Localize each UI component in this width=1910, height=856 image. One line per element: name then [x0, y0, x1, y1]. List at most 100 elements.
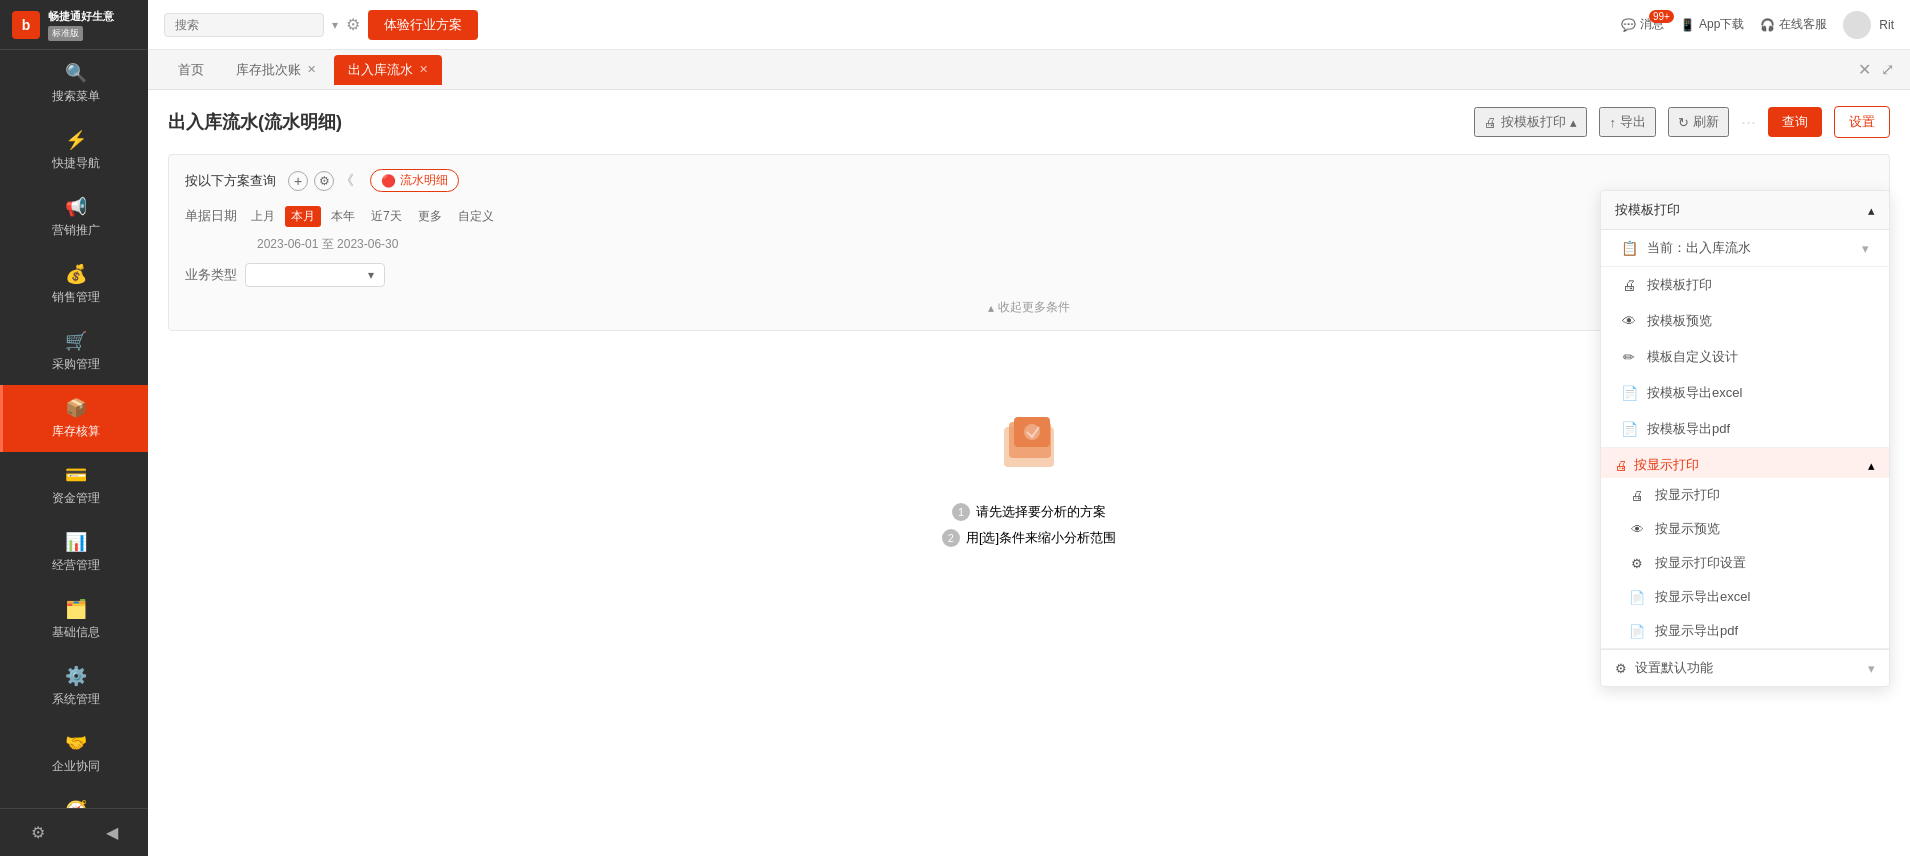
tab-close-batch-account[interactable]: ✕	[307, 63, 316, 76]
sidebar-label-finance: 资金管理	[52, 490, 100, 507]
step-2-text: 用[选]条件来缩小分析范围	[966, 529, 1116, 547]
s2-label-display-preview: 按显示预览	[1655, 520, 1720, 538]
message-btn[interactable]: 💬 消息 99+	[1621, 16, 1664, 33]
step-1-text: 请先选择要分析的方案	[976, 503, 1106, 521]
filter-setting-btn[interactable]: ⚙	[314, 171, 334, 191]
settings-icon[interactable]: ⚙	[346, 15, 360, 34]
sidebar-item-search[interactable]: 🔍搜索菜单	[0, 50, 148, 117]
sidebar-item-cooperation[interactable]: 🤝企业协同	[0, 720, 148, 787]
logo-name: 畅捷通好生意	[48, 9, 114, 24]
filter-collapse-btn[interactable]: 《	[340, 172, 354, 190]
tab-home[interactable]: 首页	[164, 55, 218, 85]
sidebar-item-operations[interactable]: 📊经营管理	[0, 519, 148, 586]
dropdown-s1-template-export-pdf[interactable]: 📄按模板导出pdf	[1601, 411, 1889, 447]
collapse-sidebar-icon[interactable]: ◀	[98, 819, 126, 846]
sidebar-item-inventory[interactable]: 📦库存核算	[0, 385, 148, 452]
dropdown-s2-display-export-pdf[interactable]: 📄按显示导出pdf	[1601, 614, 1889, 648]
expand-window-icon[interactable]: ⤢	[1881, 60, 1894, 79]
printer-icon: 🖨	[1484, 115, 1497, 130]
sidebar-item-purchase[interactable]: 🛒采购管理	[0, 318, 148, 385]
search-dropdown-icon[interactable]: ▾	[332, 18, 338, 32]
sidebar-item-guide[interactable]: 🧭新手引导	[0, 787, 148, 808]
sidebar-item-basic[interactable]: 🗂️ 基础信息	[0, 586, 148, 653]
dropdown-header-arrow[interactable]: ▴	[1868, 203, 1875, 218]
close-window-icon[interactable]: ✕	[1858, 60, 1871, 79]
date-tab-more[interactable]: 更多	[412, 206, 448, 227]
business-type-label: 业务类型	[185, 266, 237, 284]
export-btn[interactable]: ↑ 导出	[1599, 107, 1656, 137]
date-tab-recent-7[interactable]: 近7天	[365, 206, 408, 227]
dropdown-s1-template-custom[interactable]: ✏模板自定义设计	[1601, 339, 1889, 375]
filter-tag[interactable]: 🔴 流水明细	[370, 169, 459, 192]
sidebar-label-quick-nav: 快捷导航	[52, 155, 100, 172]
sidebar-label-basic: 基础信息	[52, 624, 100, 641]
date-tab-custom[interactable]: 自定义	[452, 206, 500, 227]
date-tab-last-month[interactable]: 上月	[245, 206, 281, 227]
s2-label-display-print: 按显示打印	[1655, 486, 1720, 504]
sidebar-label-inventory: 库存核算	[52, 423, 100, 440]
date-tabs: 上月本月本年近7天更多自定义	[245, 206, 500, 227]
refresh-icon: ↻	[1678, 115, 1689, 130]
filter-tag-icon: 🔴	[381, 174, 396, 188]
footer-icon: ⚙	[1615, 661, 1627, 676]
sidebar-item-sales[interactable]: 💰销售管理	[0, 251, 148, 318]
main-area: ▾ ⚙ 体验行业方案 💬 消息 99+ 📱 App下载 🎧 在线客服 Rit	[148, 0, 1910, 856]
sidebar-item-finance[interactable]: 💳 资金管理	[0, 452, 148, 519]
sidebar-item-quick-nav[interactable]: ⚡快捷导航	[0, 117, 148, 184]
service-btn[interactable]: 🎧 在线客服	[1760, 16, 1827, 33]
dropdown-panel: 按模板打印 ▴ 📋 当前：出入库流水 ▾ 🖨按模板打印👁按模板预览✏模板自定义设…	[1600, 190, 1890, 687]
refresh-label: 刷新	[1693, 113, 1719, 131]
s1-icon-template-export-pdf: 📄	[1621, 421, 1637, 437]
trial-btn[interactable]: 体验行业方案	[368, 10, 478, 40]
collapse-label: 收起更多条件	[998, 299, 1070, 316]
dropdown-s1-template-print[interactable]: 🖨按模板打印	[1601, 267, 1889, 303]
dropdown-s2-display-print[interactable]: 🖨按显示打印	[1601, 478, 1889, 512]
message-badge: 99+	[1649, 10, 1674, 23]
s1-icon-template-export-excel: 📄	[1621, 385, 1637, 401]
sidebar-item-marketing[interactable]: 📢营销推广	[0, 184, 148, 251]
query-btn[interactable]: 查询	[1768, 107, 1822, 137]
sidebar-item-system[interactable]: ⚙️系统管理	[0, 653, 148, 720]
section2-header-text: 🖨 按显示打印	[1615, 456, 1699, 474]
sidebar-icon-sales: 💰	[65, 263, 87, 285]
date-tab-current-year[interactable]: 本年	[325, 206, 361, 227]
app-download-btn[interactable]: 📱 App下载	[1680, 16, 1744, 33]
refresh-btn[interactable]: ↻ 刷新	[1668, 107, 1729, 137]
tab-close-inout-flow[interactable]: ✕	[419, 63, 428, 76]
current-item-arrow: ▾	[1862, 241, 1869, 256]
dropdown-current-item[interactable]: 📋 当前：出入库流水 ▾	[1601, 230, 1889, 266]
window-actions: ✕ ⤢	[1848, 60, 1894, 79]
dropdown-s2-display-print-settings[interactable]: ⚙按显示打印设置	[1601, 546, 1889, 580]
page-actions: 🖨 按模板打印 ▴ ↑ 导出 ↻ 刷新 ··· 查询 设置	[1474, 106, 1890, 138]
filter-label: 按以下方案查询	[185, 172, 276, 190]
s1-label-template-export-excel: 按模板导出excel	[1647, 384, 1742, 402]
template-print-btn[interactable]: 🖨 按模板打印 ▴	[1474, 107, 1587, 137]
dropdown-s1-template-preview[interactable]: 👁 按模板预览	[1601, 303, 1889, 339]
dropdown-s2-display-preview[interactable]: 👁按显示预览	[1601, 512, 1889, 546]
section2-arrow[interactable]: ▴	[1868, 458, 1875, 473]
settings-btn[interactable]: 设置	[1834, 106, 1890, 138]
topbar: ▾ ⚙ 体验行业方案 💬 消息 99+ 📱 App下载 🎧 在线客服 Rit	[148, 0, 1910, 50]
dropdown-s1-template-export-excel[interactable]: 📄 按模板导出excel	[1601, 375, 1889, 411]
s1-label-template-preview: 按模板预览	[1647, 312, 1712, 330]
footer-label: 设置默认功能	[1635, 659, 1713, 677]
s1-icon-template-print: 🖨	[1621, 277, 1637, 293]
filter-tag-label: 流水明细	[400, 172, 448, 189]
tab-inout-flow[interactable]: 出入库流水✕	[334, 55, 442, 85]
sidebar-label-purchase: 采购管理	[52, 356, 100, 373]
s1-icon-template-preview: 👁	[1621, 313, 1637, 329]
tab-batch-account[interactable]: 库存批次账 ✕	[222, 55, 330, 85]
settings-icon[interactable]: ⚙	[23, 819, 53, 846]
business-type-select[interactable]: ▾	[245, 263, 385, 287]
filter-add-btn[interactable]: +	[288, 171, 308, 191]
logo-badge: 标准版	[48, 26, 83, 41]
date-tab-current-month[interactable]: 本月	[285, 206, 321, 227]
user-name: Rit	[1879, 18, 1894, 32]
sidebar-icon-basic: 🗂️	[65, 598, 87, 620]
dropdown-s2-display-export-excel[interactable]: 📄按显示导出excel	[1601, 580, 1889, 614]
search-input[interactable]	[164, 13, 324, 37]
user-avatar-area[interactable]: Rit	[1843, 11, 1894, 39]
dropdown-footer[interactable]: ⚙ 设置默认功能 ▾	[1601, 649, 1889, 686]
tab-label-batch-account: 库存批次账	[236, 61, 301, 79]
sidebar-icon-finance: 💳	[65, 464, 87, 486]
